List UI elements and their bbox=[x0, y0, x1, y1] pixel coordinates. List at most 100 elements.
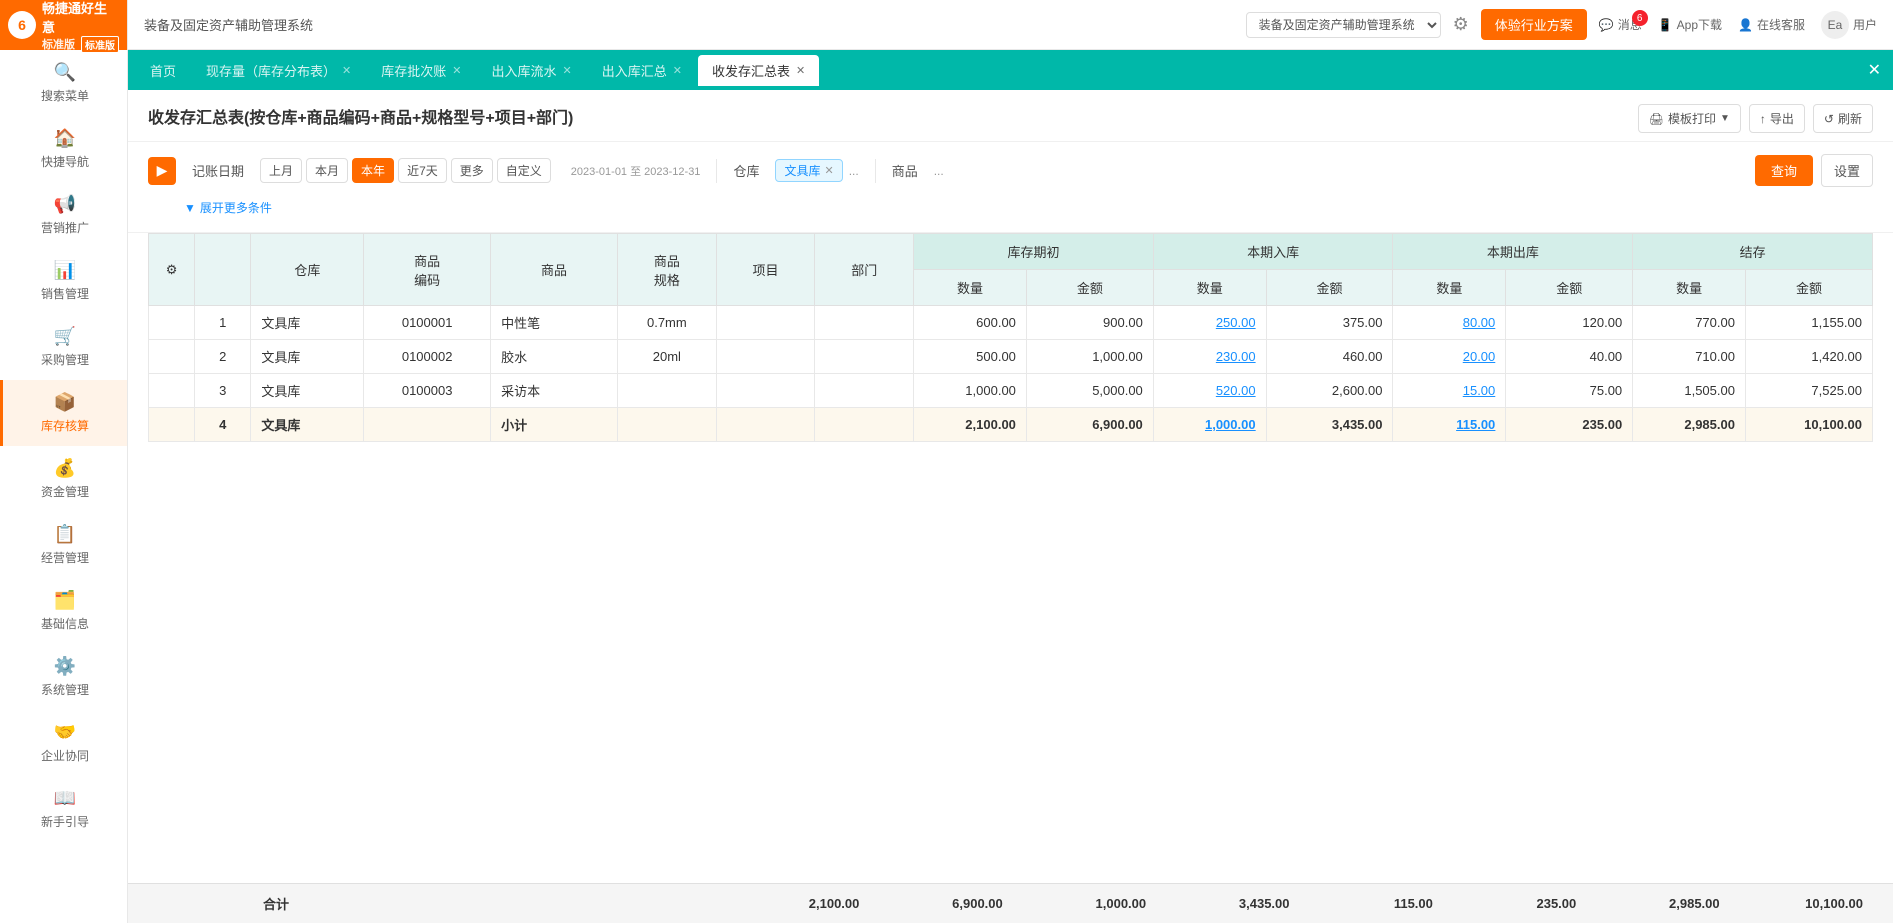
tab-receive-summary[interactable]: 收发存汇总表 ✕ bbox=[698, 55, 819, 86]
filter-area: ▶ 记账日期 上月 本月 本年 近7天 更多 自定义 2023-01-01 至 … bbox=[128, 142, 1893, 233]
row-close-qty: 1,505.00 bbox=[1633, 374, 1746, 408]
query-button[interactable]: 查询 bbox=[1755, 155, 1813, 186]
finance-icon: 💰 bbox=[54, 458, 76, 479]
tab-close-icon[interactable]: ✕ bbox=[673, 64, 682, 77]
date-btn-7days[interactable]: 近7天 bbox=[398, 158, 447, 183]
home-icon: 🏠 bbox=[54, 128, 76, 149]
close-all-tabs-icon[interactable]: ✕ bbox=[1864, 56, 1885, 84]
refresh-button[interactable]: ↺ 刷新 bbox=[1813, 104, 1873, 133]
subtotal-code bbox=[364, 408, 491, 442]
row-project bbox=[716, 340, 815, 374]
sidebar-item-purchase[interactable]: 🛒 采购管理 bbox=[0, 314, 127, 380]
row-out-qty[interactable]: 15.00 bbox=[1393, 374, 1506, 408]
warehouse-label: 仓库 bbox=[733, 161, 759, 180]
row-out-qty[interactable]: 20.00 bbox=[1393, 340, 1506, 374]
subtotal-close-amt: 10,100.00 bbox=[1745, 408, 1872, 442]
seq-header bbox=[195, 234, 251, 306]
message-button[interactable]: 💬 消息 6 bbox=[1599, 16, 1642, 33]
message-icon: 💬 bbox=[1599, 18, 1614, 32]
row-warehouse: 文具库 bbox=[251, 340, 364, 374]
row-in-qty[interactable]: 520.00 bbox=[1153, 374, 1266, 408]
tab-inout-flow[interactable]: 出入库流水 ✕ bbox=[477, 55, 585, 86]
filter-expand-button[interactable]: ▶ bbox=[148, 157, 176, 185]
settings-icon[interactable]: ⚙ bbox=[1453, 14, 1469, 35]
sidebar-item-guide[interactable]: 📖 新手引导 bbox=[0, 776, 127, 842]
enterprise-icon: 🤝 bbox=[54, 722, 76, 743]
search-icon: 🔍 bbox=[54, 62, 76, 83]
row-out-qty[interactable]: 80.00 bbox=[1393, 306, 1506, 340]
online-service-button[interactable]: 👤 在线客服 bbox=[1738, 16, 1805, 33]
in-qty-header: 数量 bbox=[1153, 270, 1266, 306]
date-btn-custom[interactable]: 自定义 bbox=[497, 158, 551, 183]
row-spec: 0.7mm bbox=[618, 306, 717, 340]
sidebar-item-operations[interactable]: 📋 经营管理 bbox=[0, 512, 127, 578]
tab-close-icon[interactable]: ✕ bbox=[452, 64, 461, 77]
sidebar: 6 畅捷通好生意 标准版标准版 🔍 搜索菜单 🏠 快捷导航 📢 营销推广 📊 销… bbox=[0, 0, 128, 923]
row-out-amt: 75.00 bbox=[1506, 374, 1633, 408]
expand-conditions-button[interactable]: ▼ 展开更多条件 bbox=[184, 195, 272, 220]
total-close-qty: 2,985.00 bbox=[1586, 896, 1729, 911]
date-buttons: 上月 本月 本年 近7天 更多 自定义 bbox=[260, 158, 551, 183]
tab-inventory-dist[interactable]: 现存量（库存分布表） ✕ bbox=[192, 55, 365, 86]
system-selector[interactable]: 装备及固定资产辅助管理系统 bbox=[1246, 12, 1441, 38]
tab-close-icon[interactable]: ✕ bbox=[796, 64, 805, 77]
operations-icon: 📋 bbox=[54, 524, 76, 545]
sidebar-item-sales[interactable]: 📊 销售管理 bbox=[0, 248, 127, 314]
sidebar-item-marketing[interactable]: 📢 营销推广 bbox=[0, 182, 127, 248]
user-button[interactable]: Ea 用户 bbox=[1821, 11, 1877, 39]
warehouse-more[interactable]: ... bbox=[849, 164, 859, 178]
date-btn-this-month[interactable]: 本月 bbox=[306, 158, 348, 183]
table-row: 3 文具库 0100003 采访本 1,000.00 5,000.00 520.… bbox=[149, 374, 1873, 408]
warehouse-tag[interactable]: 文具库 ✕ bbox=[775, 159, 842, 182]
tab-inventory-batch[interactable]: 库存批次账 ✕ bbox=[367, 55, 475, 86]
tab-home[interactable]: 首页 bbox=[136, 55, 190, 86]
total-close-amt: 10,100.00 bbox=[1730, 896, 1873, 911]
sidebar-item-finance[interactable]: 💰 资金管理 bbox=[0, 446, 127, 512]
tab-close-icon[interactable]: ✕ bbox=[563, 64, 572, 77]
row-open-qty: 1,000.00 bbox=[914, 374, 1027, 408]
warehouse-tag-close-icon[interactable]: ✕ bbox=[824, 164, 833, 177]
subtotal-row: 4 文具库 小计 2,100.00 6,900.00 1,000.00 3,43… bbox=[149, 408, 1873, 442]
date-btn-more[interactable]: 更多 bbox=[451, 158, 493, 183]
total-bar: 合计 2,100.00 6,900.00 1,000.00 3,435.00 1… bbox=[128, 883, 1893, 923]
guide-icon: 📖 bbox=[54, 788, 76, 809]
subtotal-out-amt: 235.00 bbox=[1506, 408, 1633, 442]
sidebar-item-inventory[interactable]: 📦 库存核算 bbox=[0, 380, 127, 446]
sidebar-item-basic[interactable]: 🗂️ 基础信息 bbox=[0, 578, 127, 644]
settings-button[interactable]: 设置 bbox=[1821, 154, 1873, 187]
row-open-qty: 500.00 bbox=[914, 340, 1027, 374]
date-btn-last-month[interactable]: 上月 bbox=[260, 158, 302, 183]
sidebar-item-quicknav[interactable]: 🏠 快捷导航 bbox=[0, 116, 127, 182]
subtotal-label: 小计 bbox=[491, 408, 618, 442]
print-icon: 🖨 bbox=[1649, 112, 1664, 126]
data-table: ⚙ 仓库 商品编码 商品 商品规格 项目 部门 库存期初 本期入库 本期出库 结… bbox=[148, 233, 1873, 442]
sidebar-item-search[interactable]: 🔍 搜索菜单 bbox=[0, 50, 127, 116]
sidebar-item-enterprise[interactable]: 🤝 企业协同 bbox=[0, 710, 127, 776]
experience-button[interactable]: 体验行业方案 bbox=[1481, 9, 1587, 40]
app-download-button[interactable]: 📱 App下载 bbox=[1658, 16, 1722, 33]
sidebar-item-system[interactable]: ⚙️ 系统管理 bbox=[0, 644, 127, 710]
row-warehouse: 文具库 bbox=[251, 306, 364, 340]
date-btn-this-year[interactable]: 本年 bbox=[352, 158, 394, 183]
filter-divider-2 bbox=[875, 159, 876, 183]
tab-inout-summary[interactable]: 出入库汇总 ✕ bbox=[588, 55, 696, 86]
total-in-qty: 1,000.00 bbox=[1013, 896, 1156, 911]
print-button[interactable]: 🖨 模板打印 ▼ bbox=[1638, 104, 1741, 133]
main-area: 装备及固定资产辅助管理系统 装备及固定资产辅助管理系统 ⚙ 体验行业方案 💬 消… bbox=[128, 0, 1893, 923]
export-button[interactable]: ↑ 导出 bbox=[1749, 104, 1805, 133]
sidebar-item-label: 新手引导 bbox=[41, 813, 89, 830]
tab-close-icon[interactable]: ✕ bbox=[342, 64, 351, 77]
row-in-qty[interactable]: 230.00 bbox=[1153, 340, 1266, 374]
row-in-qty[interactable]: 250.00 bbox=[1153, 306, 1266, 340]
subtotal-out-qty[interactable]: 115.00 bbox=[1393, 408, 1506, 442]
topbar-actions: 💬 消息 6 📱 App下载 👤 在线客服 Ea 用户 bbox=[1599, 11, 1877, 39]
row-open-amt: 900.00 bbox=[1026, 306, 1153, 340]
goods-more[interactable]: ... bbox=[934, 164, 944, 178]
subtotal-in-qty[interactable]: 1,000.00 bbox=[1153, 408, 1266, 442]
subtotal-settings bbox=[149, 408, 195, 442]
avatar: Ea bbox=[1821, 11, 1849, 39]
dept-header: 部门 bbox=[815, 234, 914, 306]
system-name: 装备及固定资产辅助管理系统 bbox=[144, 15, 1234, 34]
row-code: 0100001 bbox=[364, 306, 491, 340]
table-settings-header[interactable]: ⚙ bbox=[149, 234, 195, 306]
